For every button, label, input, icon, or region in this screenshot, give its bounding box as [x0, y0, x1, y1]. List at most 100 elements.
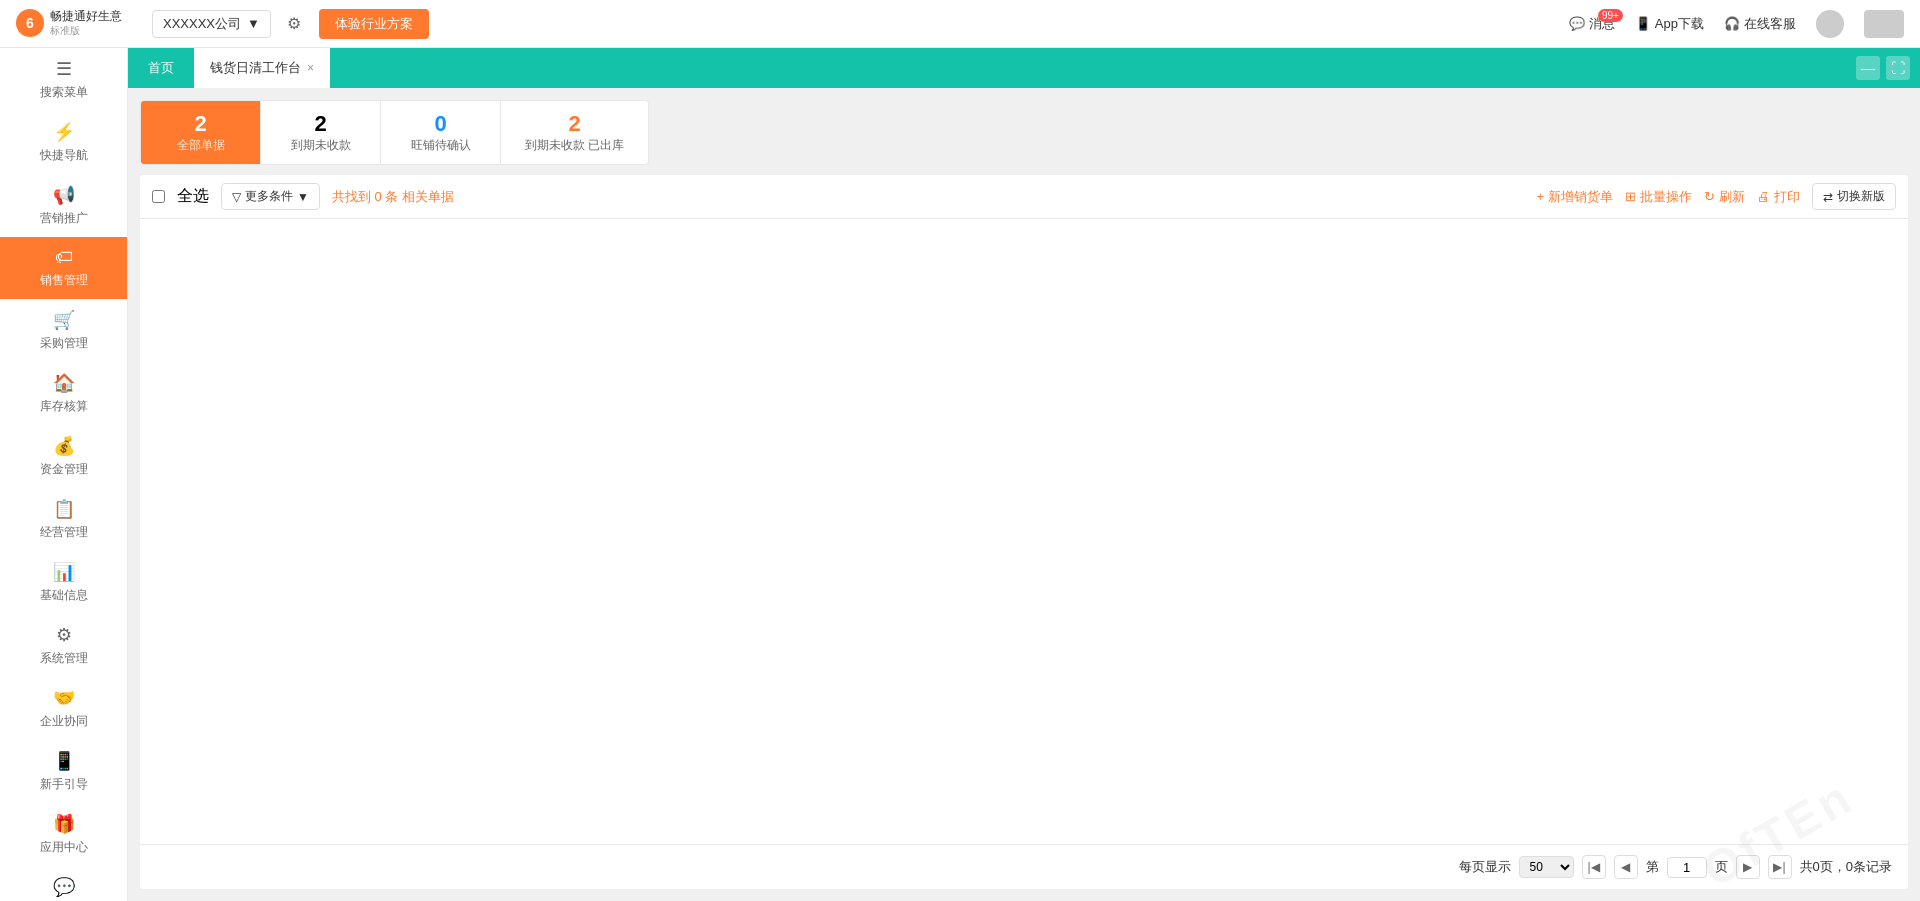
tab-cash-flow-workbench[interactable]: 钱货日清工作台 × [194, 48, 330, 88]
sidebar-item-wechat[interactable]: 💬 企业微信 [0, 866, 127, 901]
sidebar-item-search-menu[interactable]: ☰ 搜索菜单 [0, 48, 127, 111]
app-download-button[interactable]: 📱 App下载 [1635, 15, 1704, 33]
sidebar-label-quick-nav: 快捷导航 [40, 147, 88, 164]
sidebar-label-cooperation: 企业协同 [40, 713, 88, 730]
refresh-button[interactable]: ↻ 刷新 [1704, 188, 1745, 206]
sidebar-label-basic-info: 基础信息 [40, 587, 88, 604]
avatar[interactable] [1816, 10, 1844, 38]
last-page-button[interactable]: ▶| [1768, 855, 1792, 879]
sidebar-label-system: 系统管理 [40, 650, 88, 667]
sidebar-label-app-center: 应用中心 [40, 839, 88, 856]
sidebar-item-finance[interactable]: 💰 资金管理 [0, 425, 127, 488]
header-right: 💬 消息 99+ 📱 App下载 🎧 在线客服 [1569, 10, 1904, 38]
sidebar: ☰ 搜索菜单 ⚡ 快捷导航 📢 营销推广 🏷 销售管理 🛒 采购管理 🏠 库存核… [0, 48, 128, 901]
sidebar-item-guide[interactable]: 📱 新手引导 [0, 740, 127, 803]
toolbar: 全选 ▽ 更多条件 ▼ 共找到 0 条 相关单据 + [140, 175, 1908, 219]
top-header: 6 畅捷通好生意 标准版 XXXXXX公司 ▼ ⚙ 体验行业方案 💬 消息 99… [0, 0, 1920, 48]
filter-chevron-icon: ▼ [297, 190, 309, 204]
page-label: 第 [1646, 858, 1659, 876]
online-service-button[interactable]: 🎧 在线客服 [1724, 15, 1796, 33]
sidebar-item-basic-info[interactable]: 📊 基础信息 [0, 551, 127, 614]
message-icon: 💬 [1569, 16, 1585, 31]
user-name-display[interactable] [1864, 10, 1904, 38]
app-download-label: App下载 [1655, 15, 1704, 33]
guide-icon: 📱 [53, 750, 75, 772]
add-btn-label: 新增销货单 [1548, 188, 1613, 206]
headset-icon: 🎧 [1724, 16, 1740, 31]
stats-label-all: 全部单据 [165, 137, 236, 154]
logo-icon: 6 [16, 9, 44, 37]
sidebar-label-guide: 新手引导 [40, 776, 88, 793]
found-prefix: 共找到 [332, 189, 371, 204]
app-center-icon: 🎁 [53, 813, 75, 835]
refresh-label: 刷新 [1719, 188, 1745, 206]
table-container: 全选 ▽ 更多条件 ▼ 共找到 0 条 相关单据 + [140, 175, 1908, 889]
filter-icon: ▽ [232, 190, 241, 204]
filter-label: 更多条件 [245, 188, 293, 205]
logo-area: 6 畅捷通好生意 标准版 [16, 9, 144, 37]
settings-gear-icon[interactable]: ⚙ [279, 9, 309, 39]
message-button[interactable]: 💬 消息 99+ [1569, 15, 1615, 33]
sidebar-item-app-center[interactable]: 🎁 应用中心 [0, 803, 127, 866]
stats-tab-overdue-unshipped[interactable]: 2 到期未收款 已出库 [501, 101, 648, 164]
next-page-button[interactable]: ▶ [1736, 855, 1760, 879]
content-area: 首页 钱货日清工作台 × — ⛶ 2 全部单据 2 到期未收款 [128, 48, 1920, 901]
toolbar-right: + 新增销货单 ⊞ 批量操作 ↻ 刷新 🖨 [1536, 183, 1896, 210]
app-name: 畅捷通好生意 [50, 9, 122, 23]
chevron-down-icon: ▼ [247, 16, 260, 31]
sidebar-item-marketing[interactable]: 📢 营销推广 [0, 174, 127, 237]
total-info: 共0页，0条记录 [1800, 858, 1892, 876]
tab-bar-actions: — ⛶ [1856, 56, 1920, 80]
sidebar-label-sales: 销售管理 [40, 272, 88, 289]
quick-nav-icon: ⚡ [53, 121, 75, 143]
switch-version-button[interactable]: ⇄ 切换新版 [1812, 183, 1896, 210]
stats-tab-overdue-unpaid[interactable]: 2 到期未收款 [261, 101, 381, 164]
app-download-icon: 📱 [1635, 16, 1651, 31]
select-all-label: 全选 [177, 186, 209, 207]
sidebar-label-search-menu: 搜索菜单 [40, 84, 88, 101]
stats-num-overdue: 2 [285, 111, 356, 137]
tab-maximize-button[interactable]: ⛶ [1886, 56, 1910, 80]
filter-button[interactable]: ▽ 更多条件 ▼ [221, 183, 320, 210]
stats-num-unshipped: 2 [525, 111, 624, 137]
per-page-select[interactable]: 10 20 50 100 [1519, 856, 1574, 878]
basic-info-icon: 📊 [53, 561, 75, 583]
sidebar-item-quick-nav[interactable]: ⚡ 快捷导航 [0, 111, 127, 174]
sidebar-label-marketing: 营销推广 [40, 210, 88, 227]
sidebar-item-sales[interactable]: 🏷 销售管理 [0, 237, 127, 299]
tab-minimize-button[interactable]: — [1856, 56, 1880, 80]
tab-close-icon[interactable]: × [307, 61, 314, 75]
sidebar-item-cooperation[interactable]: 🤝 企业协同 [0, 677, 127, 740]
page-number-input[interactable] [1667, 857, 1707, 878]
stats-num-all: 2 [165, 111, 236, 137]
main-layout: ☰ 搜索菜单 ⚡ 快捷导航 📢 营销推广 🏷 销售管理 🛒 采购管理 🏠 库存核… [0, 48, 1920, 901]
trial-button[interactable]: 体验行业方案 [319, 9, 429, 39]
sidebar-item-operations[interactable]: 📋 经营管理 [0, 488, 127, 551]
prev-page-button[interactable]: ◀ [1614, 855, 1638, 879]
select-all-checkbox[interactable] [152, 190, 165, 203]
batch-operation-button[interactable]: ⊞ 批量操作 [1625, 188, 1692, 206]
sidebar-item-inventory[interactable]: 🏠 库存核算 [0, 362, 127, 425]
operations-icon: 📋 [53, 498, 75, 520]
print-button[interactable]: 🖨 打印 [1757, 188, 1800, 206]
logo-text-group: 畅捷通好生意 标准版 [50, 9, 122, 37]
stats-tab-pending-confirm[interactable]: 0 旺铺待确认 [381, 101, 501, 164]
found-text: 共找到 0 条 相关单据 [332, 188, 454, 206]
add-sales-order-button[interactable]: + 新增销货单 [1536, 188, 1613, 206]
stats-label-unshipped: 到期未收款 已出库 [525, 137, 624, 154]
first-page-button[interactable]: |◀ [1582, 855, 1606, 879]
tab-home[interactable]: 首页 [128, 48, 194, 88]
finance-icon: 💰 [53, 435, 75, 457]
sales-icon: 🏷 [55, 247, 73, 268]
company-selector[interactable]: XXXXXX公司 ▼ [152, 10, 271, 38]
purchase-icon: 🛒 [53, 309, 75, 331]
batch-label: 批量操作 [1640, 188, 1692, 206]
sidebar-item-system[interactable]: ⚙ 系统管理 [0, 614, 127, 677]
page-content: 2 全部单据 2 到期未收款 0 旺铺待确认 2 到期未收款 已出库 [128, 88, 1920, 901]
inventory-icon: 🏠 [53, 372, 75, 394]
stats-label-overdue: 到期未收款 [285, 137, 356, 154]
stats-tab-all[interactable]: 2 全部单据 [141, 101, 261, 164]
sidebar-item-purchase[interactable]: 🛒 采购管理 [0, 299, 127, 362]
per-page-label: 每页显示 [1459, 858, 1511, 876]
sidebar-label-finance: 资金管理 [40, 461, 88, 478]
